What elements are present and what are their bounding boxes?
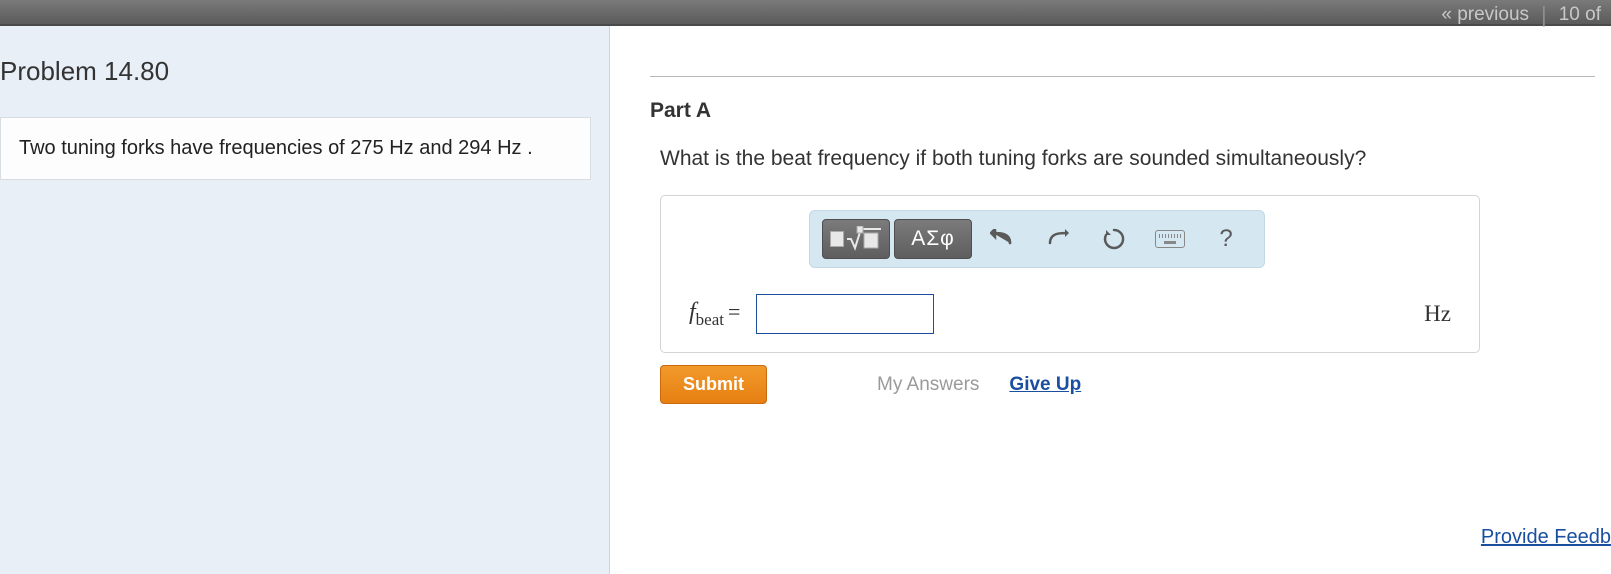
placeholder-icon: [830, 231, 844, 247]
equation-toolbar: ΑΣφ: [809, 210, 1265, 268]
keyboard-icon: [1155, 230, 1185, 248]
template-fraction-button[interactable]: [822, 219, 890, 259]
problem-panel: Problem 14.80 Two tuning forks have freq…: [0, 26, 610, 574]
topbar: « previous | 10 of: [0, 0, 1611, 26]
main-container: Problem 14.80 Two tuning forks have freq…: [0, 26, 1611, 574]
question-text: What is the beat frequency if both tunin…: [650, 147, 1611, 171]
undo-button[interactable]: [982, 219, 1022, 259]
reset-icon: [1102, 227, 1126, 251]
provide-feedback-link[interactable]: Provide Feedb: [1481, 526, 1611, 549]
redo-button[interactable]: [1038, 219, 1078, 259]
my-answers-link[interactable]: My Answers: [877, 374, 979, 396]
part-label: Part A: [650, 99, 1611, 123]
answer-panel: Part A What is the beat frequency if bot…: [610, 26, 1611, 574]
input-row: fbeat= Hz: [679, 294, 1461, 334]
help-button[interactable]: ?: [1206, 219, 1246, 259]
reset-button[interactable]: [1094, 219, 1134, 259]
problem-body: Two tuning forks have frequencies of 275…: [0, 117, 591, 180]
submit-button[interactable]: Submit: [660, 365, 767, 404]
topbar-separator: |: [1541, 2, 1547, 28]
answer-box: ΑΣφ: [660, 195, 1480, 353]
undo-icon: [990, 229, 1014, 249]
part-divider: [650, 76, 1595, 77]
unit-label: Hz: [1424, 301, 1461, 327]
greek-letters-button[interactable]: ΑΣφ: [894, 219, 972, 259]
redo-icon: [1046, 229, 1070, 249]
keyboard-button[interactable]: [1150, 219, 1190, 259]
sqrt-icon: [846, 226, 882, 252]
give-up-link[interactable]: Give Up: [1009, 374, 1081, 396]
nav-previous[interactable]: « previous: [1441, 4, 1529, 26]
nav-pager[interactable]: 10 of: [1559, 4, 1601, 26]
button-row: Submit My Answers Give Up: [660, 365, 1611, 404]
answer-input[interactable]: [756, 294, 934, 334]
problem-title: Problem 14.80: [0, 56, 609, 87]
variable-label: fbeat=: [689, 299, 740, 330]
